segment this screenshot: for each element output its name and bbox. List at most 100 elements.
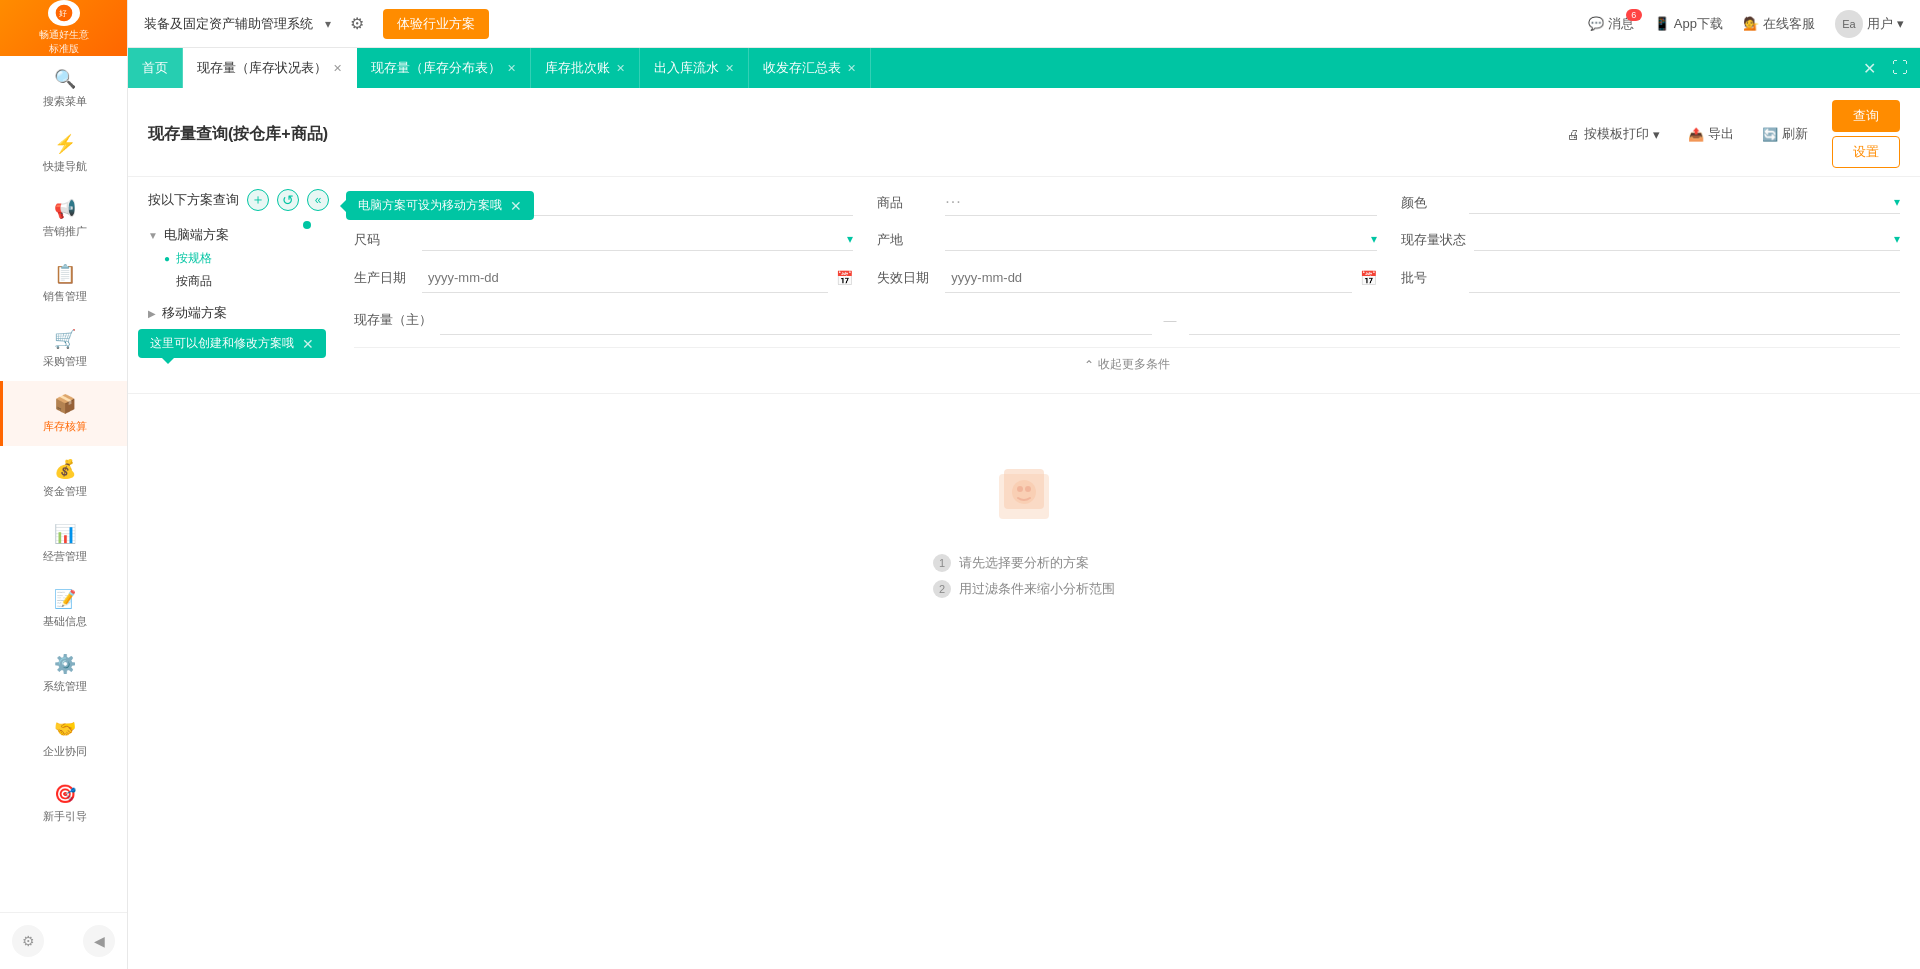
batch-number-input[interactable] bbox=[1469, 263, 1900, 293]
expiry-date-label: 失效日期 bbox=[877, 269, 937, 287]
sidebar-item-label: 企业协同 bbox=[43, 744, 87, 759]
guide-icon: 🎯 bbox=[54, 783, 76, 805]
tab-close-all-button[interactable]: ✕ bbox=[1859, 55, 1880, 82]
app-download-button[interactable]: 📱 App下载 bbox=[1654, 15, 1723, 33]
stock-qty-max-input[interactable] bbox=[1189, 305, 1901, 335]
query-button[interactable]: 查询 bbox=[1832, 100, 1900, 132]
batch-number-label: 批号 bbox=[1401, 269, 1461, 287]
filter-area: 按以下方案查询 ＋ ↺ « 电脑方案可设为移动方案哦 ✕ bbox=[128, 177, 1920, 394]
print-chevron-icon: ▾ bbox=[1653, 127, 1660, 142]
add-scheme-button[interactable]: ＋ bbox=[247, 189, 269, 211]
sales-icon: 📋 bbox=[54, 263, 76, 285]
tab-close-icon[interactable]: ✕ bbox=[616, 62, 625, 75]
quicknav-icon: ⚡ bbox=[54, 133, 76, 155]
tab-close-icon[interactable]: ✕ bbox=[847, 62, 856, 75]
tooltip2-close-button[interactable]: ✕ bbox=[302, 336, 314, 352]
notification-badge: 6 bbox=[1626, 9, 1642, 21]
manufacture-date-label: 生产日期 bbox=[354, 269, 414, 287]
marketing-icon: 📢 bbox=[54, 198, 76, 220]
system-name: 装备及固定资产辅助管理系统 bbox=[144, 15, 313, 33]
avatar-text: Ea bbox=[1842, 18, 1855, 30]
collapse-chevron-icon: ⌃ bbox=[1084, 358, 1094, 372]
sidebar-item-basic[interactable]: 📝 基础信息 bbox=[0, 576, 127, 641]
sidebar-item-enterprise[interactable]: 🤝 企业协同 bbox=[0, 706, 127, 771]
sidebar-item-finance[interactable]: 💰 资金管理 bbox=[0, 446, 127, 511]
sidebar-item-label: 经营管理 bbox=[43, 549, 87, 564]
tab-inout-flow[interactable]: 出入库流水 ✕ bbox=[640, 48, 749, 88]
trial-button[interactable]: 体验行业方案 bbox=[383, 9, 489, 39]
print-button[interactable]: 🖨 按模板打印 ▾ bbox=[1559, 121, 1668, 147]
sidebar-item-label: 新手引导 bbox=[43, 809, 87, 824]
tab-home[interactable]: 首页 bbox=[128, 48, 183, 88]
refresh-scheme-button[interactable]: ↺ bbox=[277, 189, 299, 211]
enterprise-icon: 🤝 bbox=[54, 718, 76, 740]
field-product: 商品 ··· bbox=[877, 189, 1376, 216]
app-icon: 📱 bbox=[1654, 16, 1670, 31]
empty-state: 1 请先选择要分析的方案 2 用过滤条件来缩小分析范围 bbox=[128, 394, 1920, 658]
refresh-button[interactable]: 🔄 刷新 bbox=[1754, 121, 1816, 147]
export-button[interactable]: 📤 导出 bbox=[1680, 121, 1742, 147]
sidebar-item-search[interactable]: 🔍 搜索菜单 bbox=[0, 56, 127, 121]
tab-close-icon[interactable]: ✕ bbox=[507, 62, 516, 75]
tooltip-close-button[interactable]: ✕ bbox=[510, 198, 522, 214]
origin-select[interactable]: ▾ bbox=[945, 228, 1376, 251]
settings-button[interactable]: ⚙ bbox=[343, 10, 371, 38]
filter-fields-area: 仓库 ··· 商品 ··· bbox=[338, 189, 1900, 381]
tab-close-icon[interactable]: ✕ bbox=[725, 62, 734, 75]
sidebar-item-marketing[interactable]: 📢 营销推广 bbox=[0, 186, 127, 251]
sidebar-item-inventory[interactable]: 📦 库存核算 bbox=[0, 381, 127, 446]
collapse-button[interactable]: ⌃ 收起更多条件 bbox=[1084, 356, 1170, 373]
tooltip-text: 这里可以创建和修改方案哦 bbox=[150, 335, 294, 352]
tab-home-label: 首页 bbox=[142, 59, 168, 77]
product-dots[interactable]: ··· bbox=[945, 193, 961, 211]
product-field[interactable]: ··· bbox=[945, 189, 1376, 216]
scheme-item-label: 按商品 bbox=[176, 273, 212, 290]
tab-inout-flow-label: 出入库流水 bbox=[654, 59, 719, 77]
stock-qty-min-input[interactable] bbox=[440, 305, 1152, 335]
tab-batch-account[interactable]: 库存批次账 ✕ bbox=[531, 48, 640, 88]
sidebar-item-purchase[interactable]: 🛒 采购管理 bbox=[0, 316, 127, 381]
expiry-date-calendar-icon[interactable]: 📅 bbox=[1360, 270, 1377, 286]
sidebar-item-sales[interactable]: 📋 销售管理 bbox=[0, 251, 127, 316]
online-service-button[interactable]: 💁 在线客服 bbox=[1743, 15, 1815, 33]
sidebar-collapse-button[interactable]: ◀ bbox=[83, 925, 115, 957]
export-label: 导出 bbox=[1708, 125, 1734, 143]
svg-point-5 bbox=[1017, 486, 1023, 492]
scheme-item-by-spec[interactable]: ● 按规格 bbox=[164, 247, 338, 270]
scheme-mobile-root[interactable]: ▶ 移动端方案 bbox=[148, 301, 338, 325]
back-scheme-button[interactable]: « bbox=[307, 189, 329, 211]
tab-summary[interactable]: 收发存汇总表 ✕ bbox=[749, 48, 871, 88]
system-icon: ⚙️ bbox=[54, 653, 76, 675]
tab-expand-button[interactable]: ⛶ bbox=[1888, 55, 1912, 81]
sidebar-item-guide[interactable]: 🎯 新手引导 bbox=[0, 771, 127, 836]
main-area: 装备及固定资产辅助管理系统 ▾ ⚙ 体验行业方案 💬 消息 6 📱 App下载 … bbox=[128, 0, 1920, 969]
scheme-desktop-children: ● 按规格 ● 按商品 bbox=[164, 247, 338, 293]
size-label: 尺码 bbox=[354, 231, 414, 249]
size-select[interactable]: ▾ bbox=[422, 228, 853, 251]
sidebar-item-label: 搜索菜单 bbox=[43, 94, 87, 109]
tab-inventory-status[interactable]: 现存量（库存状况表） ✕ bbox=[183, 48, 357, 88]
system-select[interactable]: ▾ bbox=[325, 17, 331, 31]
user-avatar[interactable]: Ea 用户 ▾ bbox=[1835, 10, 1904, 38]
scheme-item-by-product[interactable]: ● 按商品 bbox=[164, 270, 338, 293]
tab-batch-account-label: 库存批次账 bbox=[545, 59, 610, 77]
field-origin: 产地 ▾ bbox=[877, 228, 1376, 251]
notification-button[interactable]: 💬 消息 6 bbox=[1588, 15, 1634, 33]
sidebar-settings-button[interactable]: ⚙ bbox=[12, 925, 44, 957]
sidebar-item-system[interactable]: ⚙️ 系统管理 bbox=[0, 641, 127, 706]
manufacture-date-input[interactable] bbox=[422, 263, 828, 293]
tab-close-icon[interactable]: ✕ bbox=[333, 62, 342, 75]
color-chevron-icon: ▾ bbox=[1894, 195, 1900, 209]
collapse-label: 收起更多条件 bbox=[1098, 356, 1170, 373]
empty-tips: 1 请先选择要分析的方案 2 用过滤条件来缩小分析范围 bbox=[933, 554, 1115, 598]
reset-button[interactable]: 设置 bbox=[1832, 136, 1900, 168]
origin-label: 产地 bbox=[877, 231, 937, 249]
collapse-arrow-icon: ▼ bbox=[148, 230, 158, 241]
tab-inventory-dist[interactable]: 现存量（库存分布表） ✕ bbox=[357, 48, 531, 88]
color-select[interactable]: ▾ bbox=[1469, 191, 1900, 214]
stock-status-select[interactable]: ▾ bbox=[1474, 228, 1900, 251]
sidebar-item-quicknav[interactable]: ⚡ 快捷导航 bbox=[0, 121, 127, 186]
sidebar-item-operations[interactable]: 📊 经营管理 bbox=[0, 511, 127, 576]
expiry-date-input[interactable] bbox=[945, 263, 1351, 293]
manufacture-date-calendar-icon[interactable]: 📅 bbox=[836, 270, 853, 286]
